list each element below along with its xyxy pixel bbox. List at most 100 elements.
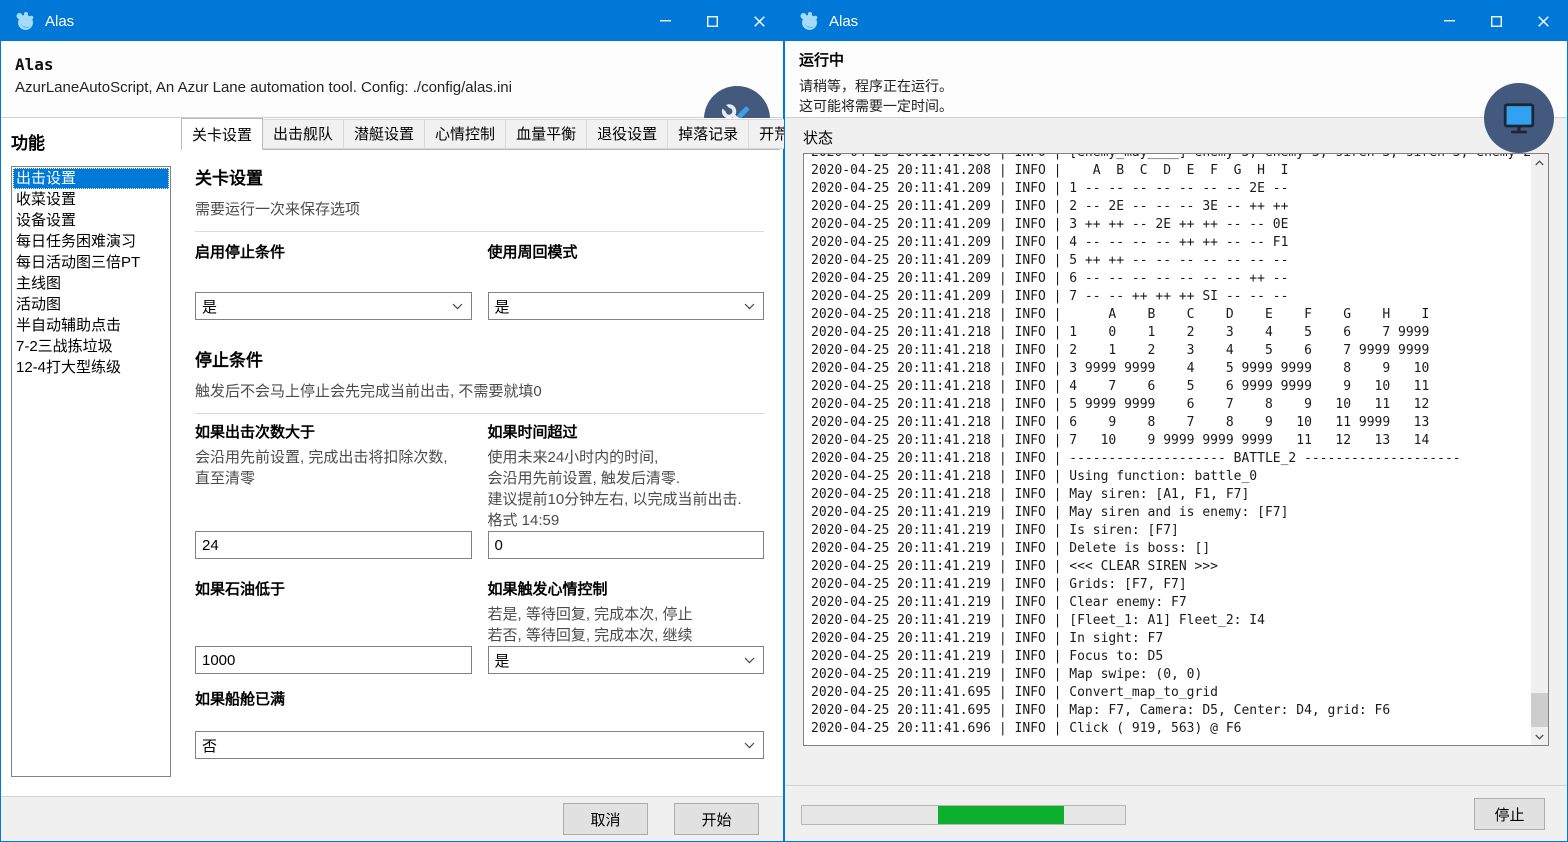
- log-box: 2020-04-25 20:11:41.208 | INFO | [enemy_…: [803, 153, 1549, 746]
- field-label: 如果石油低于: [195, 578, 472, 599]
- status-label: 状态: [803, 127, 833, 148]
- titlebar: Alas: [1, 1, 783, 41]
- section-title: 关卡设置: [195, 164, 764, 189]
- tab[interactable]: 掉落记录: [668, 119, 749, 149]
- log-line: 2020-04-25 20:11:41.696 | INFO | Click (…: [811, 720, 1531, 738]
- emotion-control-select[interactable]: 是: [488, 646, 765, 674]
- minimize-icon: [1444, 20, 1455, 22]
- log-line: 2020-04-25 20:11:41.218 | INFO | 3 9999 …: [811, 360, 1531, 378]
- log-line: 2020-04-25 20:11:41.219 | INFO | Map swi…: [811, 666, 1531, 684]
- tab[interactable]: 关卡设置: [181, 118, 263, 150]
- field-label: 如果触发心情控制: [488, 578, 765, 599]
- scroll-down-button[interactable]: [1531, 728, 1548, 745]
- log-line: 2020-04-25 20:11:41.218 | INFO | 2 1 2 3…: [811, 342, 1531, 360]
- scrollbar-thumb[interactable]: [1531, 693, 1548, 727]
- left-footer: 取消 开始: [1, 796, 783, 841]
- scroll-up-button[interactable]: [1531, 154, 1548, 171]
- list-item[interactable]: 出击设置: [13, 168, 169, 189]
- section-subtitle: 需要运行一次来保存选项: [195, 198, 764, 219]
- list-item[interactable]: 12-4打大型练级: [13, 357, 169, 378]
- stop-button[interactable]: 停止: [1474, 798, 1545, 830]
- maximize-icon: [707, 16, 718, 27]
- log-line: 2020-04-25 20:11:41.208 | INFO | A B C D…: [811, 162, 1531, 180]
- tab[interactable]: 退役设置: [587, 119, 668, 149]
- field-description: 使用未来24小时内的时间, 会沿用先前设置, 触发后清零. 建议提前10分钟左右…: [488, 447, 765, 531]
- close-button[interactable]: [736, 1, 783, 41]
- enable-stop-condition-select[interactable]: 是: [195, 292, 472, 320]
- settings-window: Alas Alas AzurLaneAutoScript, An Azur La…: [0, 0, 784, 842]
- log-line: 2020-04-25 20:11:41.219 | INFO | Clear e…: [811, 594, 1531, 612]
- monitor-badge: [1484, 83, 1554, 153]
- minimize-button[interactable]: [642, 1, 689, 41]
- app-title: Alas: [15, 55, 512, 74]
- start-button[interactable]: 开始: [674, 803, 759, 835]
- minimize-button[interactable]: [1426, 1, 1473, 41]
- log-line: 2020-04-25 20:11:41.218 | INFO | 6 9 8 7…: [811, 414, 1531, 432]
- field-description: 会沿用先前设置, 完成出击将扣除次数, 直至清零: [195, 447, 472, 489]
- sortie-count-input[interactable]: [195, 531, 472, 559]
- field-label: 如果时间超过: [488, 421, 765, 442]
- progress-bar: [801, 805, 1126, 825]
- sidebar-heading: 功能: [11, 129, 171, 154]
- settings-content: 功能 出击设置收菜设置设备设置每日任务困难演习每日活动图三倍PT主线图活动图半自…: [1, 118, 783, 796]
- log-line: 2020-04-25 20:11:41.209 | INFO | 5 ++ ++…: [811, 252, 1531, 270]
- list-item[interactable]: 活动图: [13, 294, 169, 315]
- time-limit-input[interactable]: [488, 531, 765, 559]
- tab[interactable]: 心情控制: [425, 119, 506, 149]
- list-item[interactable]: 半自动辅助点击: [13, 315, 169, 336]
- titlebar: Alas: [785, 1, 1567, 41]
- tab[interactable]: 出击舰队: [263, 119, 344, 149]
- stage-settings-form: 关卡设置 需要运行一次来保存选项 启用停止条件 是 使用周: [181, 150, 780, 759]
- section-title: 停止条件: [195, 346, 764, 371]
- log-line: 2020-04-25 20:11:41.219 | INFO | Grids: …: [811, 576, 1531, 594]
- list-item[interactable]: 7-2三战拣垃圾: [13, 336, 169, 357]
- field-label: 使用周回模式: [488, 241, 765, 262]
- log-scrollbar[interactable]: [1531, 154, 1548, 745]
- divider: [195, 413, 764, 414]
- log-lines: 2020-04-25 20:11:41.208 | INFO | [enemy_…: [804, 154, 1531, 738]
- field-label: 如果出击次数大于: [195, 421, 472, 442]
- log-line: 2020-04-25 20:11:41.218 | INFO | Using f…: [811, 468, 1531, 486]
- list-item[interactable]: 主线图: [13, 273, 169, 294]
- log-view: 2020-04-25 20:11:41.208 | INFO | [enemy_…: [804, 154, 1531, 745]
- log-line: 2020-04-25 20:11:41.219 | INFO | In sigh…: [811, 630, 1531, 648]
- maximize-button[interactable]: [1473, 1, 1520, 41]
- log-line: 2020-04-25 20:11:41.209 | INFO | 1 -- --…: [811, 180, 1531, 198]
- running-status-line1: 请稍等，程序正在运行。: [799, 76, 953, 96]
- chevron-down-icon: [744, 303, 755, 310]
- monitor-icon: [1496, 95, 1542, 141]
- log-line: 2020-04-25 20:11:41.695 | INFO | Map: F7…: [811, 702, 1531, 720]
- alas-logo-icon: [14, 10, 36, 32]
- tab-bar: 关卡设置出击舰队潜艇设置心情控制血量平衡退役设置掉落记录开荒模式: [181, 123, 780, 150]
- close-icon: [1538, 16, 1549, 27]
- app-header: Alas AzurLaneAutoScript, An Azur Lane au…: [1, 41, 783, 118]
- function-sidebar: 功能 出击设置收菜设置设备设置每日任务困难演习每日活动图三倍PT主线图活动图半自…: [11, 129, 171, 768]
- minimize-icon: [660, 20, 671, 22]
- list-item[interactable]: 每日任务困难演习: [13, 231, 169, 252]
- chevron-down-icon: [452, 303, 463, 310]
- tab[interactable]: 血量平衡: [506, 119, 587, 149]
- log-line: 2020-04-25 20:11:41.219 | INFO | Focus t…: [811, 648, 1531, 666]
- chevron-down-icon: [1535, 734, 1544, 740]
- log-line: 2020-04-25 20:11:41.209 | INFO | 2 -- 2E…: [811, 198, 1531, 216]
- chevron-down-icon: [744, 657, 755, 664]
- alas-logo-icon: [798, 10, 820, 32]
- list-item[interactable]: 收菜设置: [13, 189, 169, 210]
- runner-header: 运行中 请稍等，程序正在运行。 这可能将需要一定时间。: [785, 41, 1567, 118]
- app-subtitle: AzurLaneAutoScript, An Azur Lane automat…: [15, 79, 512, 96]
- log-line: 2020-04-25 20:11:41.219 | INFO | Delete …: [811, 540, 1531, 558]
- cancel-button[interactable]: 取消: [563, 803, 648, 835]
- oil-limit-input[interactable]: [195, 646, 472, 674]
- list-item[interactable]: 每日活动图三倍PT: [13, 252, 169, 273]
- runner-window: Alas 运行中 请稍等，程序正在运行。 这可能将需要一定时间。: [784, 0, 1568, 842]
- close-icon: [754, 16, 765, 27]
- dock-full-select[interactable]: 否: [195, 731, 764, 759]
- chevron-down-icon: [744, 742, 755, 749]
- tab[interactable]: 潜艇设置: [344, 119, 425, 149]
- list-item[interactable]: 设备设置: [13, 210, 169, 231]
- log-line: 2020-04-25 20:11:41.218 | INFO | May sir…: [811, 486, 1531, 504]
- loop-mode-select[interactable]: 是: [488, 292, 765, 320]
- close-button[interactable]: [1520, 1, 1567, 41]
- maximize-button[interactable]: [689, 1, 736, 41]
- log-line: 2020-04-25 20:11:41.218 | INFO | -------…: [811, 450, 1531, 468]
